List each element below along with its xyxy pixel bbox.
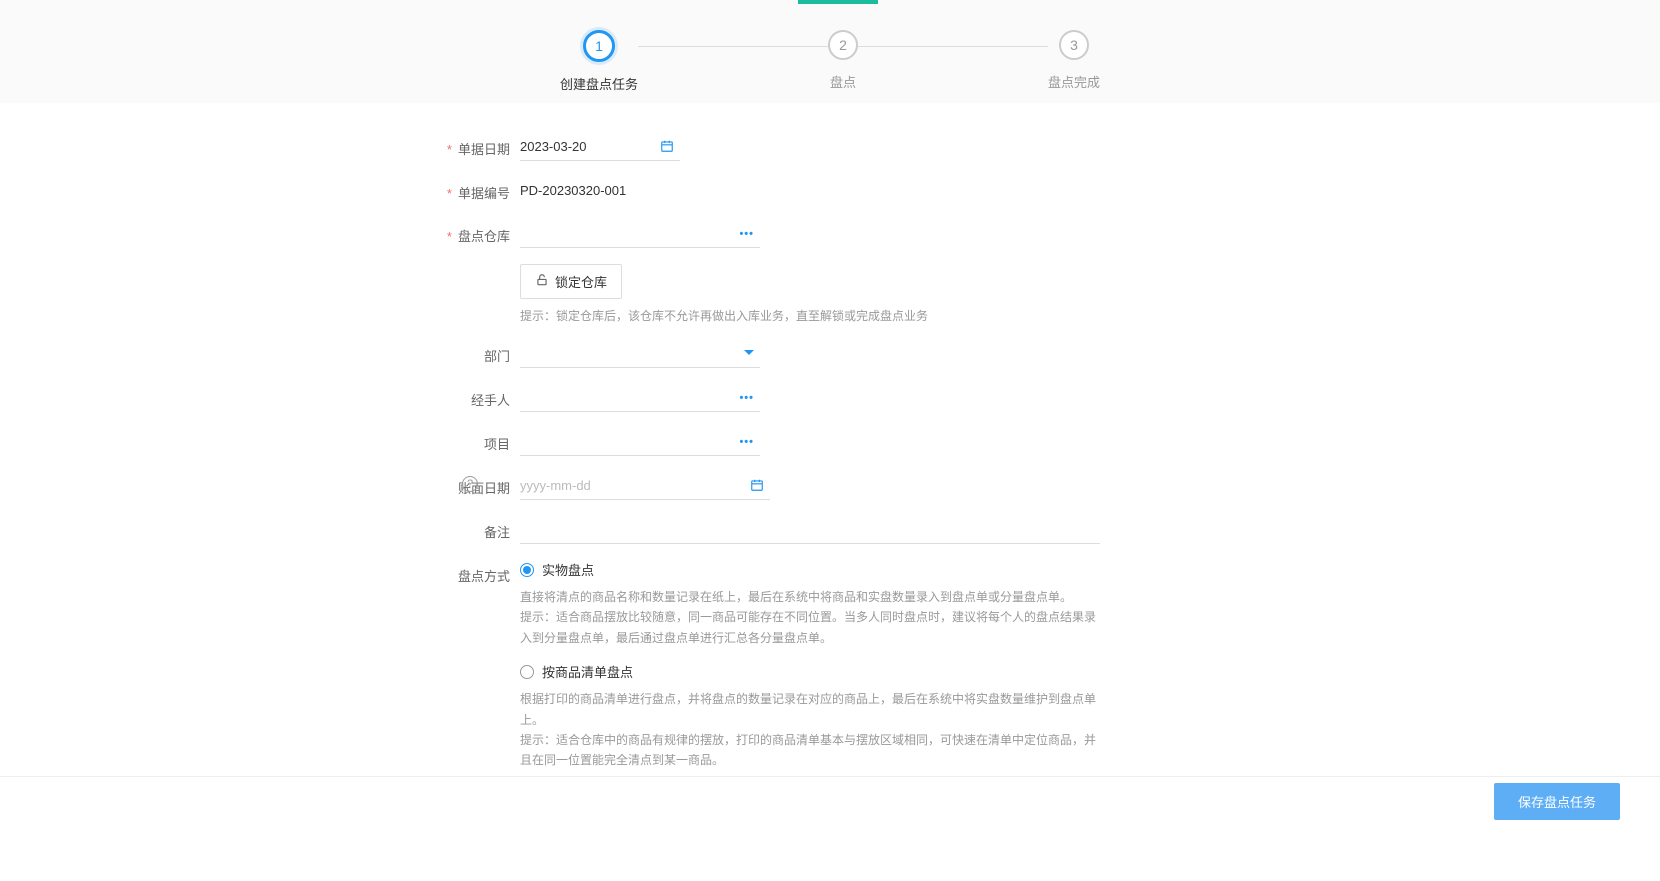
radio-list-desc2: 提示：适合仓库中的商品有规律的摆放，打印的商品清单基本与摆放区域相同，可快速在清… [520,733,1096,767]
more-icon[interactable]: ••• [739,436,754,448]
radio-physical-desc1: 直接将清点的商品名称和数量记录在纸上，最后在系统中将商品和实盘数量录入到盘点单或… [520,590,1072,604]
calendar-icon[interactable] [750,478,764,495]
department-input[interactable] [520,340,760,368]
method-label: 盘点方式 [0,560,520,585]
radio-physical-label[interactable]: 实物盘点 [542,560,594,579]
step-3: 3 盘点完成 [1048,30,1100,91]
save-button[interactable]: 保存盘点任务 [1494,783,1620,820]
radio-list-label[interactable]: 按商品清单盘点 [542,662,633,681]
lock-spacer [0,264,520,270]
radio-physical-circle[interactable] [520,563,534,577]
chevron-down-icon[interactable] [744,350,754,355]
step-connector-2 [858,46,1048,47]
help-icon[interactable]: ? [462,476,478,492]
radio-list-desc: 根据打印的商品清单进行盘点，并将盘点的数量记录在对应的商品上，最后在系统中将实盘… [520,689,1100,771]
step-connector-1 [638,46,828,47]
more-icon[interactable]: ••• [739,392,754,404]
remark-label: 备注 [0,516,520,541]
radio-physical-desc2: 提示：适合商品摆放比较随意，同一商品可能存在不同位置。当多人同时盘点时，建议将每… [520,610,1096,644]
radio-list-desc1: 根据打印的商品清单进行盘点，并将盘点的数量记录在对应的商品上，最后在系统中将实盘… [520,692,1096,726]
form-area: 单据日期 单据编号 PD-20230320-001 盘点仓库 ••• 锁定仓 [0,103,1660,881]
radio-physical[interactable]: 实物盘点 [520,560,1100,579]
step-3-label: 盘点完成 [1048,72,1100,91]
more-icon[interactable]: ••• [739,228,754,240]
radio-list-circle[interactable] [520,665,534,679]
step-3-circle: 3 [1059,30,1089,60]
handler-label: 经手人 [0,384,520,409]
remark-input[interactable] [520,516,1100,544]
lock-icon [535,273,549,290]
lock-hint: 提示：锁定仓库后，该仓库不允许再做出入库业务，直至解锁或完成盘点业务 [520,307,928,324]
book-date-label: ? 账面日期 [0,472,520,497]
lock-warehouse-button[interactable]: 锁定仓库 [520,264,622,299]
department-label: 部门 [0,340,520,365]
footer: 保存盘点任务 [0,776,1660,826]
handler-input[interactable] [520,384,760,412]
doc-no-label: 单据编号 [0,177,520,202]
warehouse-input[interactable] [520,220,760,248]
step-2-circle: 2 [828,30,858,60]
step-1: 1 创建盘点任务 [560,30,638,93]
radio-physical-desc: 直接将清点的商品名称和数量记录在纸上，最后在系统中将商品和实盘数量录入到盘点单或… [520,587,1100,648]
step-2: 2 盘点 [828,30,858,91]
doc-date-input[interactable] [520,133,680,161]
step-1-circle: 1 [583,30,615,62]
doc-no-value: PD-20230320-001 [520,177,626,204]
doc-date-label: 单据日期 [0,133,520,158]
scrollbar[interactable] [1648,0,1658,770]
lock-button-label: 锁定仓库 [555,272,607,291]
project-input[interactable] [520,428,760,456]
radio-list[interactable]: 按商品清单盘点 [520,662,1100,681]
project-label: 项目 [0,428,520,453]
active-tab-indicator [798,0,878,4]
calendar-icon[interactable] [660,139,674,156]
steps-header: 1 创建盘点任务 2 盘点 3 盘点完成 [0,0,1660,103]
step-1-label: 创建盘点任务 [560,74,638,93]
book-date-input[interactable] [520,472,770,500]
step-2-label: 盘点 [830,72,856,91]
warehouse-label: 盘点仓库 [0,220,520,245]
